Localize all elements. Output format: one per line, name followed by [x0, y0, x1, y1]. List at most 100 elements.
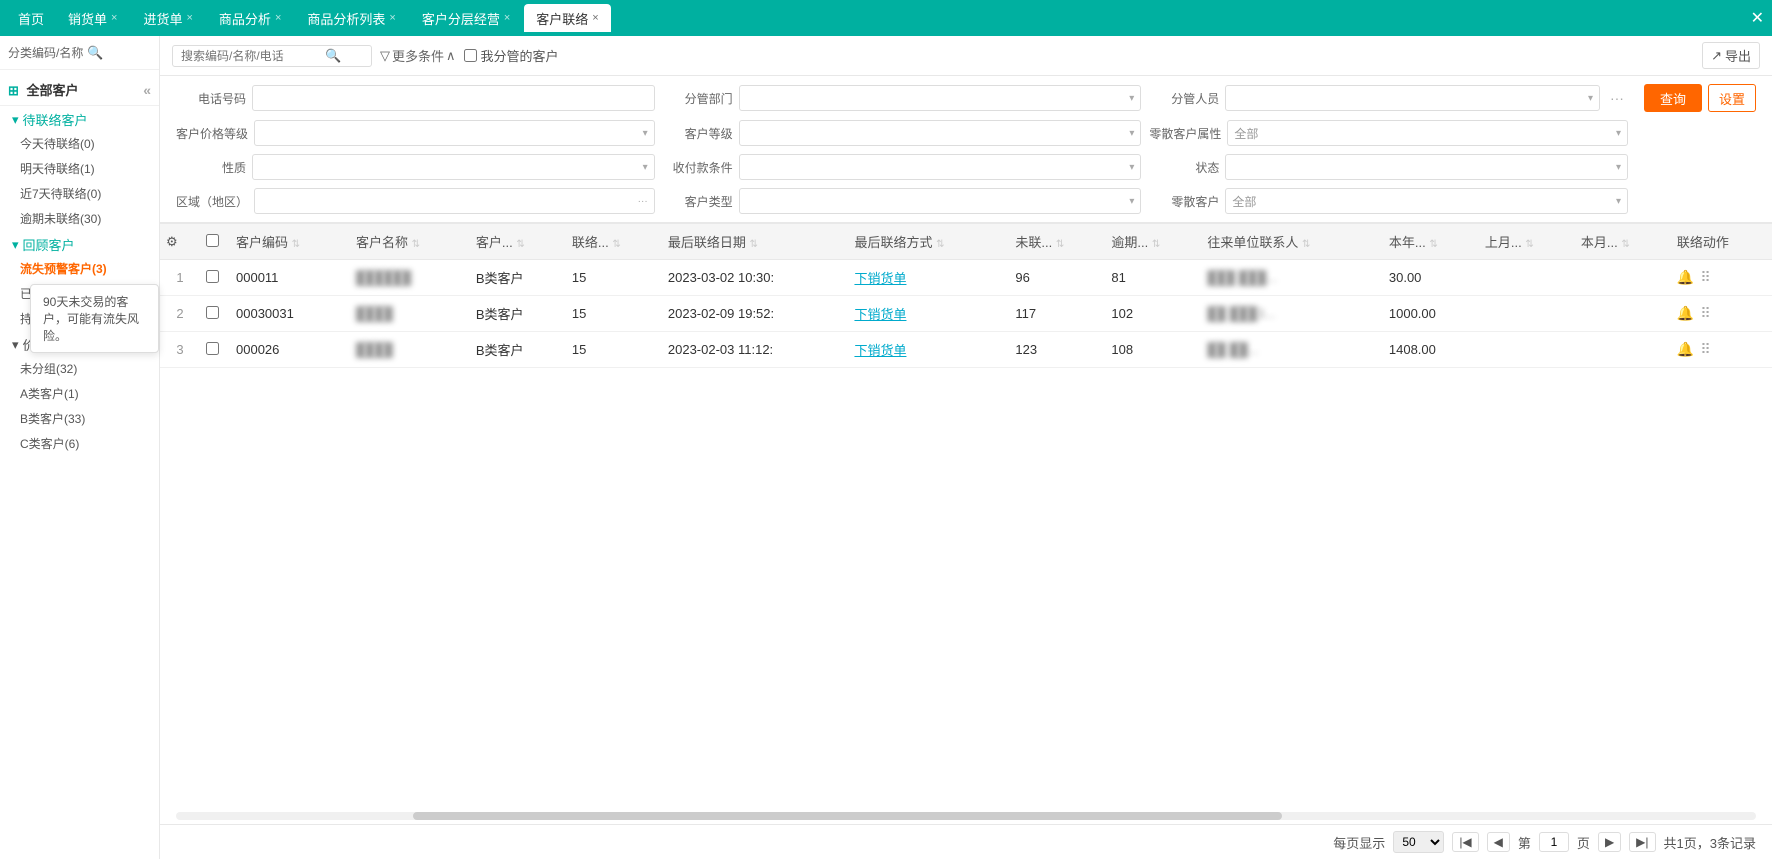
sidebar-item-today[interactable]: 今天待联络(0): [0, 131, 159, 156]
my-customers-check[interactable]: [464, 49, 477, 62]
sidebar-item-c-class[interactable]: C类客户(6): [0, 431, 159, 456]
tab-sales[interactable]: 销货单 ×: [56, 4, 129, 32]
more-action-icon[interactable]: ⠿: [1700, 341, 1710, 358]
row-num: 2: [160, 296, 200, 332]
window-close-icon[interactable]: ✕: [1751, 8, 1764, 28]
query-button[interactable]: 查询: [1644, 84, 1702, 112]
sidebar-item-b-class[interactable]: B类客户(33): [0, 406, 159, 431]
tab-customer-layering[interactable]: 客户分层经营 ×: [410, 4, 522, 32]
collapse-icon[interactable]: «: [143, 82, 151, 98]
manager-more-icon[interactable]: ···: [1606, 90, 1628, 106]
payment-select[interactable]: ▾: [739, 154, 1142, 180]
next-page-btn[interactable]: ▶: [1598, 832, 1621, 852]
sort-icon[interactable]: ⇅: [612, 239, 620, 250]
search-icon[interactable]: 🔍: [325, 48, 341, 64]
last-page-btn[interactable]: ▶|: [1629, 832, 1655, 852]
retail-customer-select[interactable]: 全部 ▾: [1225, 188, 1628, 214]
price-grade-select[interactable]: ▾: [254, 120, 655, 146]
sort-icon[interactable]: ⇅: [516, 239, 524, 250]
retail-attr-select[interactable]: 全部 ▾: [1227, 120, 1628, 146]
filter-icon: ▽: [380, 48, 390, 64]
sort-icon[interactable]: ⇅: [412, 239, 420, 250]
row-code: 000011: [230, 260, 350, 296]
dept-select[interactable]: ▾: [739, 85, 1142, 111]
sidebar-group-pending[interactable]: ▾ 待联络客户: [0, 106, 159, 131]
tab-product-analysis[interactable]: 商品分析 ×: [207, 4, 293, 32]
row-type: B类客户: [470, 332, 566, 368]
sort-icon[interactable]: ⇅: [1621, 239, 1629, 250]
sort-icon[interactable]: ⇅: [1525, 239, 1533, 250]
close-icon[interactable]: ×: [592, 12, 598, 24]
more-conditions-btn[interactable]: ▽ 更多条件 ∧: [380, 46, 456, 65]
search-icon[interactable]: 🔍: [87, 45, 103, 61]
more-action-icon[interactable]: ⠿: [1700, 305, 1710, 322]
row-checkbox[interactable]: [200, 260, 230, 296]
page-input[interactable]: [1539, 832, 1569, 852]
select-all-checkbox[interactable]: [206, 234, 219, 247]
phone-input[interactable]: [252, 85, 655, 111]
status-select[interactable]: ▾: [1225, 154, 1628, 180]
region-select[interactable]: ···: [254, 188, 655, 214]
customer-type-select[interactable]: ▾: [739, 188, 1142, 214]
sidebar-group-losing[interactable]: ▾ 回顾客户: [0, 231, 159, 256]
customer-grade-select[interactable]: ▾: [739, 120, 1142, 146]
search-box[interactable]: 🔍: [172, 45, 372, 67]
contact-icon[interactable]: 🔔: [1677, 305, 1694, 322]
chevron-down-icon: ▾: [1616, 162, 1621, 173]
contact-icon[interactable]: 🔔: [1677, 269, 1694, 286]
filter-panel: 电话号码 分管部门 ▾ 分管人员 ▾: [160, 76, 1772, 223]
filter-actions: 查询 设置: [1644, 84, 1756, 112]
scrollbar-thumb[interactable]: [413, 812, 1282, 820]
row-contact-count: 15: [566, 332, 662, 368]
sort-icon[interactable]: ⇅: [750, 239, 758, 250]
search-input[interactable]: [181, 49, 321, 63]
prev-page-btn[interactable]: ◀: [1487, 832, 1510, 852]
horizontal-scrollbar[interactable]: [160, 808, 1772, 824]
export-button[interactable]: ↗ 导出: [1702, 42, 1760, 69]
close-icon[interactable]: ×: [389, 12, 395, 24]
row-checkbox[interactable]: [200, 296, 230, 332]
close-icon[interactable]: ×: [186, 12, 192, 24]
sort-icon[interactable]: ⇅: [1056, 239, 1064, 250]
more-action-icon[interactable]: ⠿: [1700, 269, 1710, 286]
close-icon[interactable]: ×: [275, 12, 281, 24]
tab-purchase[interactable]: 进货单 ×: [131, 4, 204, 32]
my-customers-checkbox[interactable]: 我分管的客户: [464, 46, 559, 65]
sort-icon[interactable]: ⇅: [1152, 239, 1160, 250]
sidebar-all-customers[interactable]: ⊞ 全部客户 «: [0, 74, 159, 106]
manager-select[interactable]: ▾: [1225, 85, 1600, 111]
row-checkbox[interactable]: [200, 332, 230, 368]
sort-icon[interactable]: ⇅: [936, 239, 944, 250]
sort-icon[interactable]: ⇅: [1302, 239, 1310, 250]
row-last-method[interactable]: 下销货单: [848, 260, 1009, 296]
close-icon[interactable]: ×: [504, 12, 510, 24]
sidebar-item-ungrouped[interactable]: 未分组(32): [0, 356, 159, 381]
filter-bar: 🔍 ▽ 更多条件 ∧ 我分管的客户 ↗ 导出: [160, 36, 1772, 76]
status-label: 状态: [1149, 159, 1219, 176]
th-checkbox[interactable]: [200, 224, 230, 260]
tab-customer-contact[interactable]: 客户联络 ×: [524, 4, 610, 32]
sort-icon[interactable]: ⇅: [292, 239, 300, 250]
sidebar-item-tomorrow[interactable]: 明天待联络(1): [0, 156, 159, 181]
sidebar-item-losing-warning[interactable]: 流失预警客户(3): [0, 256, 159, 281]
row-last-method[interactable]: 下销货单: [848, 332, 1009, 368]
sidebar-item-week[interactable]: 近7天待联络(0): [0, 181, 159, 206]
th-settings[interactable]: ⚙: [160, 224, 200, 260]
sidebar-item-a-class[interactable]: A类客户(1): [0, 381, 159, 406]
sidebar-item-overdue[interactable]: 逾期未联络(30): [0, 206, 159, 231]
tab-product-analysis-list[interactable]: 商品分析列表 ×: [295, 4, 407, 32]
first-page-btn[interactable]: |◀: [1452, 832, 1478, 852]
chevron-down-icon: ▾: [1129, 93, 1134, 104]
filter-field-dept: 分管部门 ▾: [663, 85, 1142, 111]
scrollbar-track[interactable]: [176, 812, 1756, 820]
sort-icon[interactable]: ⇅: [1429, 239, 1437, 250]
per-page-select[interactable]: 50 20 100: [1393, 831, 1444, 853]
settings-button[interactable]: 设置: [1708, 84, 1756, 112]
tab-home[interactable]: 首页: [8, 9, 54, 28]
table-header-row: ⚙ 客户编码 ⇅ 客户名称 ⇅ 客户... ⇅: [160, 224, 1772, 260]
row-last-method[interactable]: 下销货单: [848, 296, 1009, 332]
nature-select[interactable]: ▾: [252, 154, 655, 180]
row-not-contacted: 117: [1009, 296, 1105, 332]
close-icon[interactable]: ×: [111, 12, 117, 24]
contact-icon[interactable]: 🔔: [1677, 341, 1694, 358]
